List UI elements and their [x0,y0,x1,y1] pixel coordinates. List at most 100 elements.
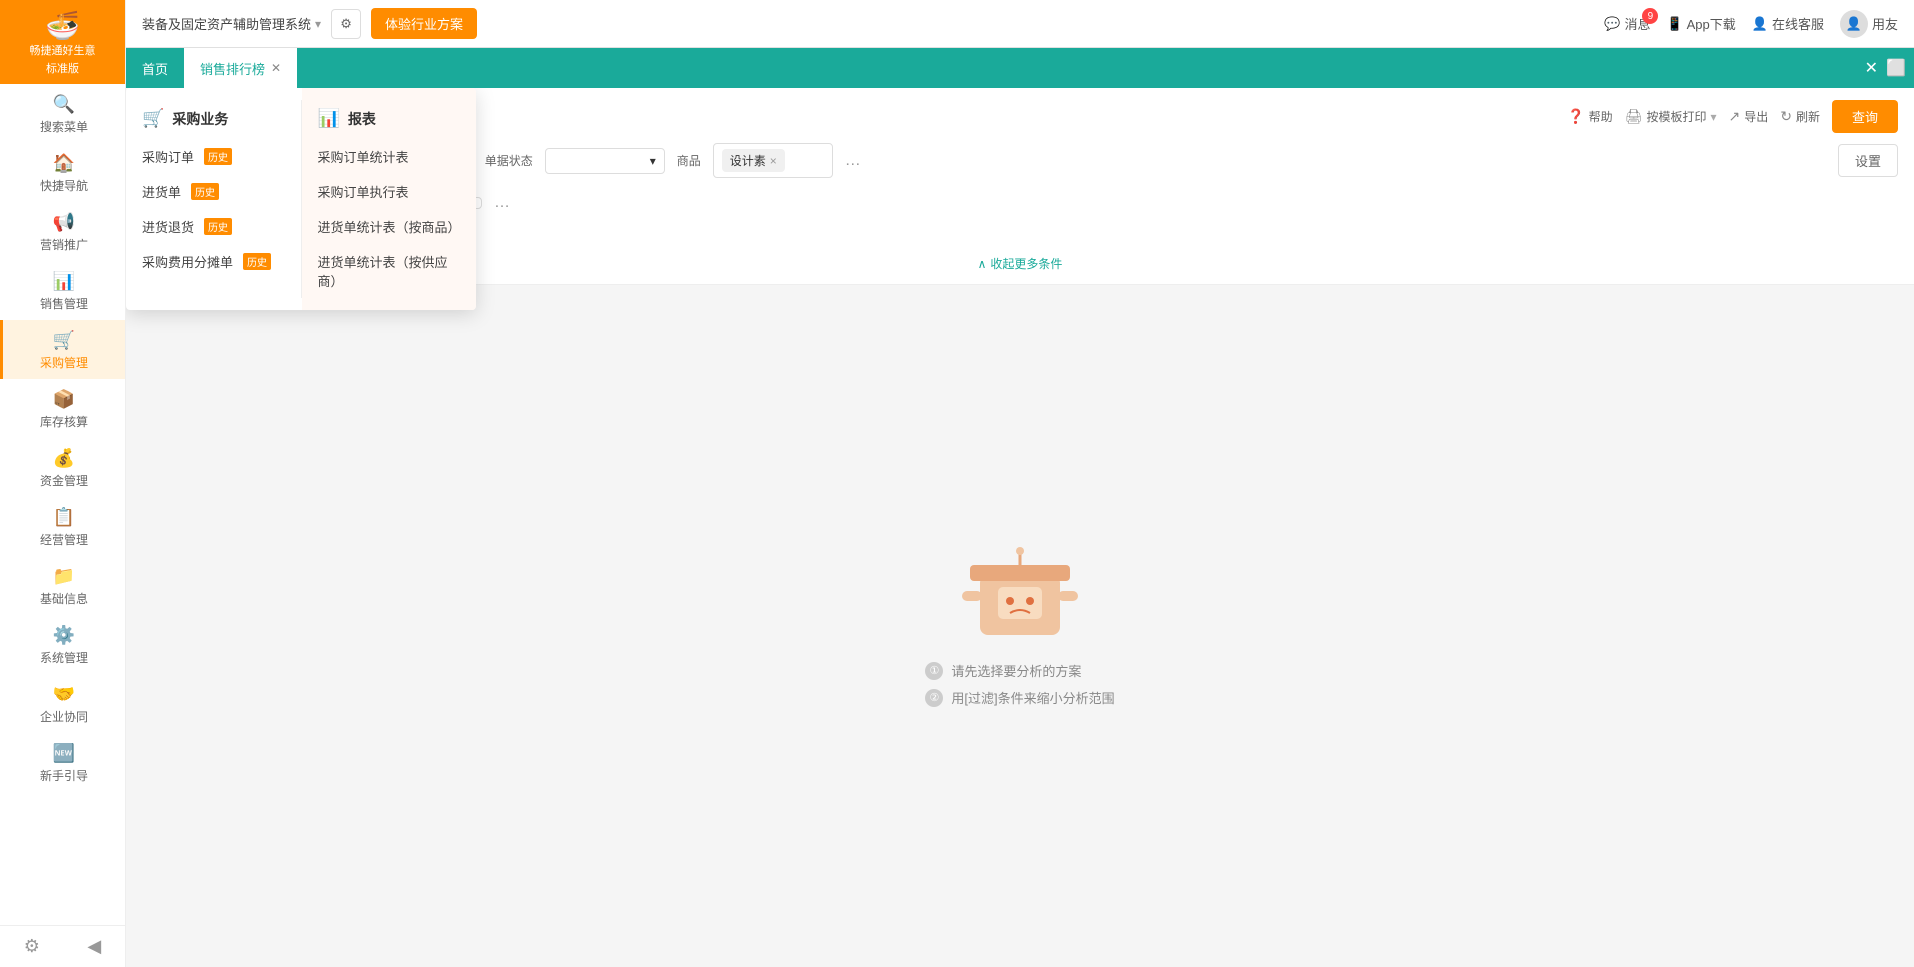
purchase-cost-label: 采购费用分摊单 [142,252,233,271]
marketing-nav-icon: 📢 [53,212,75,233]
history-badge-icon-2: 历史 [191,183,219,200]
export-label: 导出 [1744,108,1768,125]
goods-tag-close-icon[interactable]: × [770,154,777,168]
export-button[interactable]: ↗ 导出 [1728,108,1768,125]
print-button[interactable]: 🖨 按模板打印 ▾ [1625,108,1717,125]
tabbar-actions: ✕ ⬜ [1865,58,1914,78]
goods-stat-product-label: 进货单统计表（按商品） [318,217,461,236]
collapse-icon: ∧ [978,257,987,271]
system-title-dropdown[interactable]: 装备及固定资产辅助管理系统 ▾ [142,14,321,33]
sidebar-item-basic[interactable]: 📁 基础信息 [0,556,125,615]
sidebar-item-quick[interactable]: 🏠 快捷导航 [0,143,125,202]
refresh-button[interactable]: ↻ 刷新 [1780,108,1820,125]
dropdown-item-purchase-cost[interactable]: 采购费用分摊单 历史 [126,244,301,279]
system-title-text: 装备及固定资产辅助管理系统 [142,14,311,33]
dropdown-item-goods-stat-product[interactable]: 进货单统计表（按商品） [302,209,477,244]
print-label: 按模板打印 [1646,108,1706,125]
help-label: 帮助 [1589,108,1613,125]
tab-maximize-icon[interactable]: ⬜ [1886,58,1906,78]
sidebar-item-newguide[interactable]: 🆕 新手引导 [0,733,125,792]
tab-home[interactable]: 首页 [126,48,184,88]
goods-input[interactable]: 设计素 × [713,143,833,178]
gear-settings-button[interactable]: ⚙ [331,9,361,39]
collapse-sidebar-icon[interactable]: ◀ [87,936,101,957]
newguide-nav-icon: 🆕 [53,743,75,764]
tab-sales-rank-label: 销售排行榜 [200,59,265,78]
message-item[interactable]: 💬 消息 9 [1604,14,1650,33]
home-nav-icon: 🏠 [53,153,75,174]
tabbar: 首页 销售排行榜 ✕ ✕ ⬜ [126,48,1914,88]
message-icon: 💬 [1604,16,1620,32]
topbar: 装备及固定资产辅助管理系统 ▾ ⚙ 体验行业方案 💬 消息 9 📱 App下载 … [126,0,1914,48]
sidebar-item-label: 基础信息 [40,590,88,607]
logo-brand: 畅捷通好生意 [30,42,96,58]
tab-close-icon[interactable]: ✕ [271,61,281,75]
online-service-item[interactable]: 👤 在线客服 [1752,14,1824,33]
sidebar-item-search[interactable]: 🔍 搜索菜单 [0,84,125,143]
empty-hint-1: ① 请先选择要分析的方案 [925,661,1114,680]
sidebar-item-sales[interactable]: 📊 销售管理 [0,261,125,320]
collapse-label: 收起更多条件 [990,255,1062,272]
dropdown-item-purchase-order[interactable]: 采购订单 历史 [126,139,301,174]
goods-more-icon[interactable]: … [845,152,861,170]
query-button[interactable]: 查询 [1832,100,1898,133]
sidebar-item-label: 经营管理 [40,531,88,548]
sidebar-item-label: 企业协同 [40,708,88,725]
empty-hint-2: ② 用[过滤]条件来缩小分析范围 [925,688,1114,707]
set-button[interactable]: 设置 [1838,144,1898,177]
app-icon: 📱 [1666,16,1682,32]
dropdown-item-goods-stat-supplier[interactable]: 进货单统计表（按供应商） [302,244,477,298]
user-profile-item[interactable]: 👤 用友 [1840,10,1898,38]
empty-hints: ① 请先选择要分析的方案 ② 用[过滤]条件来缩小分析范围 [925,661,1114,707]
salesman-more-icon[interactable]: … [494,194,510,212]
print-icon: 🖨 [1625,108,1643,125]
hint-text-1: 请先选择要分析的方案 [951,661,1081,680]
report-section-title: 报表 [348,109,376,129]
settings-icon[interactable]: ⚙ [24,936,40,957]
sidebar-item-label: 快捷导航 [40,177,88,194]
status-arrow-icon: ▾ [650,154,656,168]
goods-return-label: 进货退货 [142,217,194,236]
purchase-section: 🛒 采购业务 采购订单 历史 进货单 历史 进货退货 历史 采购费用分摊单 [126,88,301,310]
dropdown-item-goods-return[interactable]: 进货退货 历史 [126,209,301,244]
sidebar-item-purchase[interactable]: 🛒 采购管理 [0,320,125,379]
sidebar-logo: 🍜 畅捷通好生意 标准版 [0,0,125,84]
sidebar-item-inventory[interactable]: 📦 库存核算 [0,379,125,438]
sidebar-item-label: 库存核算 [40,413,88,430]
help-button[interactable]: ❓ 帮助 [1567,108,1612,125]
refresh-icon: ↻ [1780,108,1792,125]
sidebar-item-system[interactable]: ⚙️ 系统管理 [0,615,125,674]
tab-sales-rank[interactable]: 销售排行榜 ✕ [184,48,297,88]
dropdown-item-goods-order[interactable]: 进货单 历史 [126,174,301,209]
sidebar-item-operation[interactable]: 📋 经营管理 [0,497,125,556]
sidebar-item-label: 系统管理 [40,649,88,666]
sidebar-item-label: 营销推广 [40,236,88,253]
purchase-section-header: 🛒 采购业务 [126,100,301,139]
hint-number-2: ② [925,689,943,707]
app-download-item[interactable]: 📱 App下载 [1666,14,1735,33]
report-section-icon: 📊 [318,108,340,129]
hint-number-1: ① [925,662,943,680]
status-select[interactable]: ▾ [545,148,665,174]
tab-close-window-icon[interactable]: ✕ [1865,58,1878,78]
dropdown-item-purchase-order-stat[interactable]: 采购订单统计表 [302,139,477,174]
sidebar-item-label: 采购管理 [40,354,88,371]
goods-stat-supplier-label: 进货单统计表（按供应商） [318,252,461,290]
sidebar-navigation: 🔍 搜索菜单 🏠 快捷导航 📢 营销推广 📊 销售管理 🛒 采购管理 📦 库存核… [0,84,125,925]
industry-solution-button[interactable]: 体验行业方案 [371,8,477,39]
message-badge: 9 [1642,8,1658,24]
report-section-header: 📊 报表 [302,100,477,139]
sidebar-item-marketing[interactable]: 📢 营销推广 [0,202,125,261]
hint-text-2: 用[过滤]条件来缩小分析范围 [951,688,1114,707]
sidebar-item-enterprise[interactable]: 🤝 企业协同 [0,674,125,733]
sales-nav-icon: 📊 [53,271,75,292]
sidebar-item-label: 资金管理 [40,472,88,489]
dropdown-arrow-icon: ▾ [315,17,321,31]
service-label: 在线客服 [1772,14,1824,33]
sidebar-item-funds[interactable]: 💰 资金管理 [0,438,125,497]
enterprise-nav-icon: 🤝 [53,684,75,705]
operation-nav-icon: 📋 [53,507,75,528]
dropdown-item-purchase-order-exec[interactable]: 采购订单执行表 [302,174,477,209]
sidebar-item-label: 搜索菜单 [40,118,88,135]
history-badge-icon: 历史 [204,148,232,165]
